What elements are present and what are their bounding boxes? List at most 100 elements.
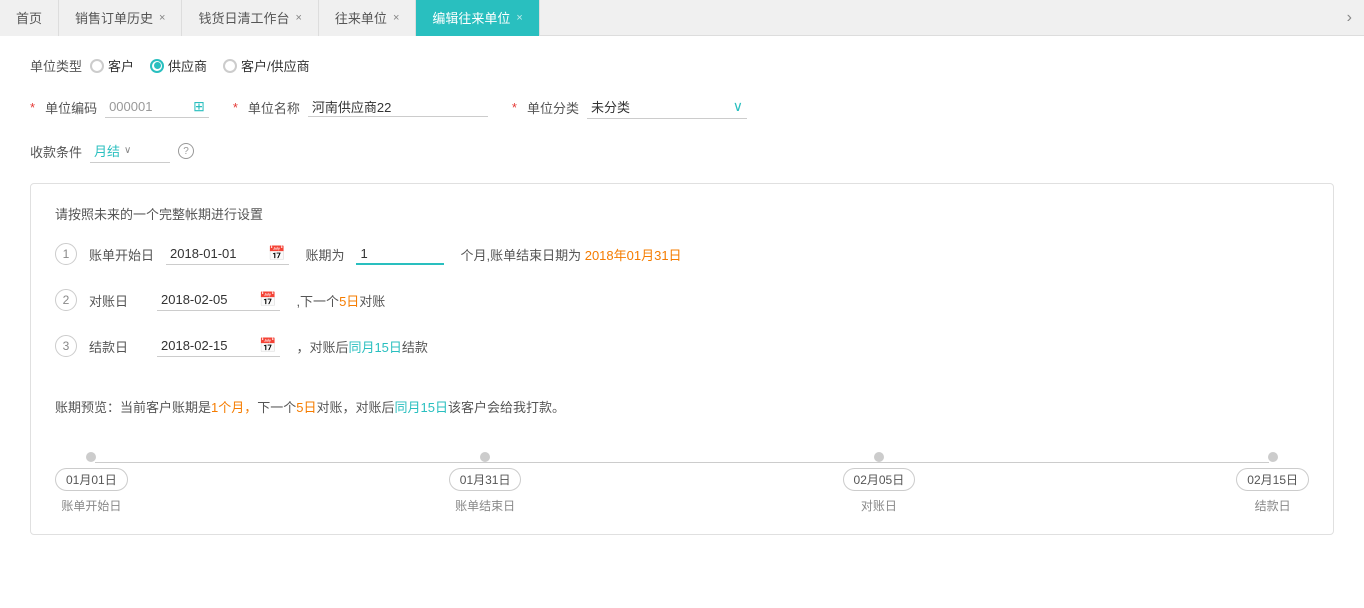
timeline-label-2: 对账日 xyxy=(861,497,897,514)
step-3-date-wrapper: 📅 xyxy=(157,335,280,357)
step-2-date-input[interactable] xyxy=(161,292,251,307)
unit-name-star: * xyxy=(233,100,238,115)
step-1-period-unit: 个月,账单结束日期为 2018年01月31日 xyxy=(460,245,681,264)
step-1-date-wrapper: 📅 xyxy=(166,243,289,265)
unit-name-input[interactable] xyxy=(308,97,488,117)
step-3-cal-icon[interactable]: 📅 xyxy=(259,337,276,354)
unit-type-item: 单位类型 客户 供应商 客户/供应商 xyxy=(30,56,310,75)
unit-category-label: 单位分类 xyxy=(527,98,579,117)
timeline-node-1: 01月31日 账单结束日 xyxy=(449,452,522,514)
payment-condition-select[interactable]: 月结 ∨ xyxy=(90,139,170,163)
tab-units[interactable]: 往来单位 × xyxy=(319,0,416,36)
payment-condition-label: 收款条件 xyxy=(30,142,82,161)
timeline: 01月01日 账单开始日 01月31日 账单结束日 02月05日 对账日 xyxy=(55,440,1309,514)
tab-units-close[interactable]: × xyxy=(393,12,399,24)
tab-edit-unit-close[interactable]: × xyxy=(516,12,522,24)
timeline-label-1: 账单结束日 xyxy=(455,497,515,514)
tab-edit-unit[interactable]: 编辑往来单位 × xyxy=(416,0,539,36)
tab-home[interactable]: 首页 xyxy=(0,0,59,36)
step-2-cal-icon[interactable]: 📅 xyxy=(259,291,276,308)
timeline-date-3: 02月15日 xyxy=(1236,468,1309,491)
preview-suffix: 该客户会给我打款。 xyxy=(448,400,565,415)
step-1-period-end: 2018年01月31日 xyxy=(585,248,682,263)
timeline-date-2: 02月05日 xyxy=(843,468,916,491)
step-3-row: 3 结款日 📅 ，对账后同月15日结款 xyxy=(55,335,1309,357)
preview-part1: 1个月， xyxy=(211,400,257,415)
unit-type-radio-group: 客户 供应商 客户/供应商 xyxy=(90,56,310,75)
step-3-desc: ，对账后同月15日结款 xyxy=(296,337,428,356)
unit-code-item: * 单位编码 ⊞ xyxy=(30,96,209,118)
step-3-label: 结款日 xyxy=(89,337,145,356)
payment-condition-chevron: ∨ xyxy=(124,145,131,156)
step-2-desc: ,下一个5日对账 xyxy=(296,291,385,310)
preview-part2-suffix: 对账，对账后 xyxy=(317,400,395,415)
unit-category-value: 未分类 xyxy=(591,97,733,116)
timeline-dot-2 xyxy=(874,452,884,462)
timeline-dot-3 xyxy=(1268,452,1278,462)
unit-code-copy-icon[interactable]: ⊞ xyxy=(193,98,205,115)
preview-part3: 同月15日 xyxy=(395,400,448,415)
step-2-label: 对账日 xyxy=(89,291,145,310)
tab-units-label: 往来单位 xyxy=(335,8,387,27)
tab-cash-work[interactable]: 钱货日清工作台 × xyxy=(182,0,318,36)
card-title: 请按照未来的一个完整帐期进行设置 xyxy=(55,204,1309,223)
timeline-nodes: 01月01日 账单开始日 01月31日 账单结束日 02月05日 对账日 xyxy=(55,452,1309,514)
radio-supplier-label: 供应商 xyxy=(168,56,207,75)
step-3-highlight: 同月15日 xyxy=(348,340,401,355)
radio-customer[interactable]: 客户 xyxy=(90,56,134,75)
preview-section: 账期预览：当前客户账期是1个月，下一个5日对账，对账后同月15日该客户会给我打款… xyxy=(55,381,1309,514)
timeline-node-3: 02月15日 结款日 xyxy=(1236,452,1309,514)
step-3-date-input[interactable] xyxy=(161,338,251,353)
timeline-date-1: 01月31日 xyxy=(449,468,522,491)
tab-more-button[interactable]: › xyxy=(1335,9,1364,27)
unit-code-star: * xyxy=(30,100,35,115)
preview-prefix: 账期预览：当前客户账期是 xyxy=(55,400,211,415)
radio-customer-supplier-label: 客户/供应商 xyxy=(241,56,310,75)
preview-part2-highlight: 5日 xyxy=(296,400,316,415)
step-3-num: 3 xyxy=(55,335,77,357)
unit-name-item: * 单位名称 xyxy=(233,97,488,117)
radio-supplier[interactable]: 供应商 xyxy=(150,56,207,75)
step-1-period-label: 账期为 xyxy=(305,245,344,264)
unit-category-arrow: ∨ xyxy=(733,98,743,115)
timeline-label-3: 结款日 xyxy=(1255,497,1291,514)
timeline-dot-1 xyxy=(480,452,490,462)
tab-sales-history-close[interactable]: × xyxy=(159,12,165,24)
tab-cash-work-label: 钱货日清工作台 xyxy=(198,8,289,27)
unit-type-label: 单位类型 xyxy=(30,56,82,75)
tab-edit-unit-label: 编辑往来单位 xyxy=(432,8,510,27)
radio-supplier-circle xyxy=(150,59,164,73)
unit-category-dropdown[interactable]: 未分类 ∨ xyxy=(587,95,747,119)
unit-code-input[interactable] xyxy=(109,99,189,114)
unit-code-label: 单位编码 xyxy=(45,98,97,117)
step-2-row: 2 对账日 📅 ,下一个5日对账 xyxy=(55,289,1309,311)
step-2-highlight: 5日 xyxy=(339,294,359,309)
code-name-category-row: * 单位编码 ⊞ * 单位名称 * 单位分类 未分类 ∨ xyxy=(30,95,1334,119)
step-1-num: 1 xyxy=(55,243,77,265)
step-1-date-input[interactable] xyxy=(170,246,260,261)
preview-text: 账期预览：当前客户账期是1个月，下一个5日对账，对账后同月15日该客户会给我打款… xyxy=(55,397,1309,416)
tab-home-label: 首页 xyxy=(16,8,42,27)
main-content: 单位类型 客户 供应商 客户/供应商 * 单位编码 xyxy=(0,36,1364,608)
payment-condition-help[interactable]: ? xyxy=(178,143,194,159)
unit-category-item: * 单位分类 未分类 ∨ xyxy=(512,95,747,119)
step-1-row: 1 账单开始日 📅 账期为 个月,账单结束日期为 2018年01月31日 xyxy=(55,243,1309,265)
timeline-dot-0 xyxy=(86,452,96,462)
step-2-num: 2 xyxy=(55,289,77,311)
unit-category-star: * xyxy=(512,100,517,115)
unit-code-input-wrapper: ⊞ xyxy=(105,96,209,118)
tab-sales-history[interactable]: 销售订单历史 × xyxy=(59,0,182,36)
tab-bar: 首页 销售订单历史 × 钱货日清工作台 × 往来单位 × 编辑往来单位 × › xyxy=(0,0,1364,36)
tab-sales-history-label: 销售订单历史 xyxy=(75,8,153,27)
unit-type-row: 单位类型 客户 供应商 客户/供应商 xyxy=(30,56,1334,75)
step-1-cal-icon[interactable]: 📅 xyxy=(268,245,285,262)
payment-condition-item: 收款条件 月结 ∨ ? xyxy=(30,139,194,163)
timeline-label-0: 账单开始日 xyxy=(61,497,121,514)
tab-cash-work-close[interactable]: × xyxy=(295,12,301,24)
step-1-period-input-wrapper xyxy=(356,244,444,265)
step-2-date-wrapper: 📅 xyxy=(157,289,280,311)
radio-customer-supplier[interactable]: 客户/供应商 xyxy=(223,56,310,75)
payment-condition-value: 月结 xyxy=(94,141,120,160)
step-1-period-input[interactable] xyxy=(360,246,440,261)
settings-card: 请按照未来的一个完整帐期进行设置 1 账单开始日 📅 账期为 个月,账单结束日期… xyxy=(30,183,1334,535)
